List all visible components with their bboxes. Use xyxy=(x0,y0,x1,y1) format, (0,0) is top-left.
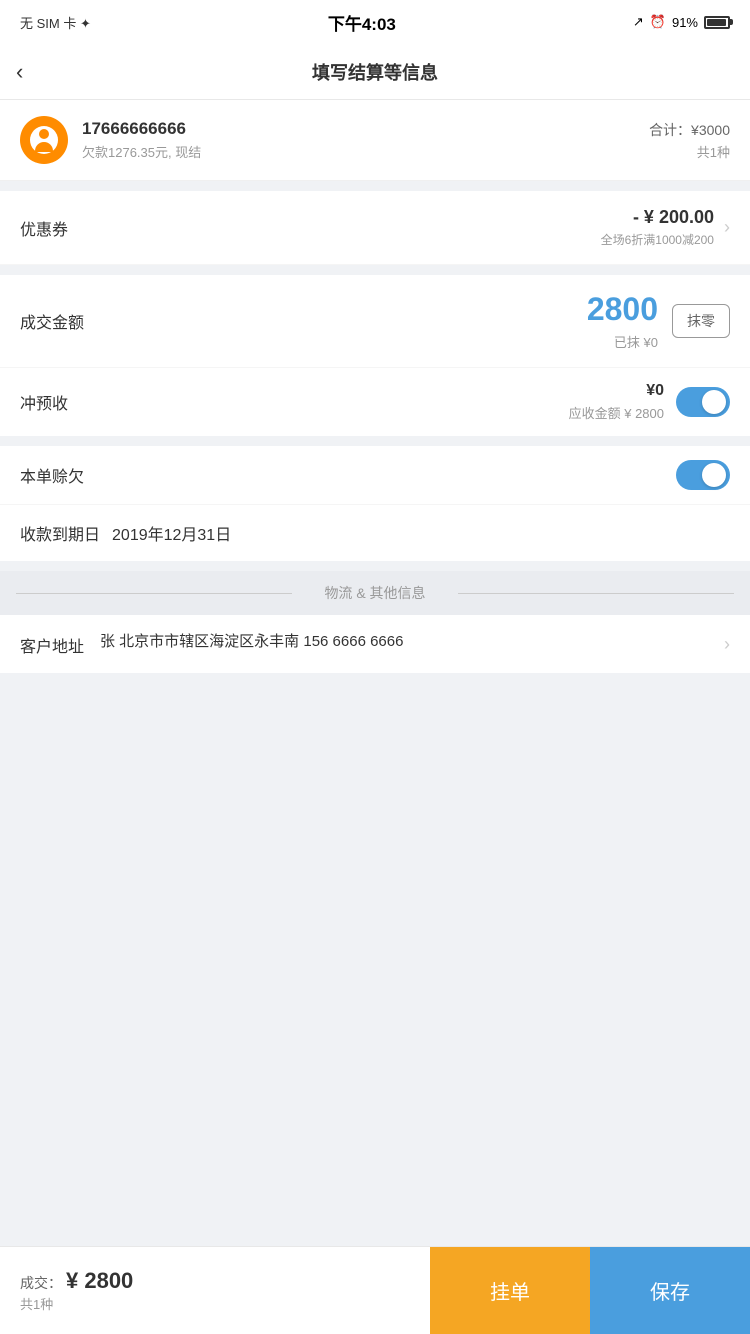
status-time: 下午4:03 xyxy=(328,10,396,35)
coupon-chevron-icon: › xyxy=(724,217,730,238)
debt-label: 本单赊欠 xyxy=(20,463,84,487)
battery-icon xyxy=(704,16,730,29)
bottom-deal-row: 成交： ¥ 2800 xyxy=(20,1268,410,1294)
deal-label: 成交： xyxy=(20,1273,62,1293)
divider-line-left xyxy=(16,593,292,594)
coupon-label: 优惠券 xyxy=(20,216,68,240)
customer-card: 17666666666 欠款1276.35元, 现结 合计：¥3000 共1种 xyxy=(0,100,750,181)
due-date-row: 收款到期日 2019年12月31日 xyxy=(0,504,750,561)
bottom-info: 成交： ¥ 2800 共1种 xyxy=(0,1268,430,1313)
prepay-label: 冲预收 xyxy=(20,390,68,414)
total-count: 共1种 xyxy=(649,142,730,161)
amount-value: 2800 xyxy=(587,291,658,328)
status-right: ↗ ⏰ 91% xyxy=(633,14,730,30)
address-chevron-icon: › xyxy=(724,634,730,655)
prepay-amount-wrapper: ¥0 应收金额 ¥ 2800 xyxy=(569,382,664,422)
divider-3 xyxy=(0,436,750,446)
divider-line-right xyxy=(458,593,734,594)
page-title: 填写结算等信息 xyxy=(312,59,438,85)
round-button[interactable]: 抹零 xyxy=(672,304,730,338)
amount-section: 成交金额 2800 已抹 ¥0 抹零 xyxy=(0,275,750,367)
amount-erased: 已抹 ¥0 xyxy=(587,332,658,351)
bottom-buttons: 挂单 保存 xyxy=(430,1247,750,1334)
prepay-row: 冲预收 ¥0 应收金额 ¥ 2800 xyxy=(20,382,730,422)
avatar-icon xyxy=(30,126,58,154)
customer-info: 17666666666 欠款1276.35元, 现结 xyxy=(82,119,201,161)
bottom-bar: 成交： ¥ 2800 共1种 挂单 保存 xyxy=(0,1246,750,1334)
amount-right: 2800 已抹 ¥0 抹零 xyxy=(587,291,730,351)
deal-count: 共1种 xyxy=(20,1294,410,1313)
coupon-right: - ¥ 200.00 全场6折满1000减200 › xyxy=(601,207,730,248)
coupon-desc: 全场6折满1000减200 xyxy=(601,231,714,248)
due-date-label: 收款到期日 xyxy=(20,521,100,545)
prepay-section: 冲预收 ¥0 应收金额 ¥ 2800 xyxy=(0,367,750,436)
back-button[interactable]: ‹ xyxy=(16,59,23,85)
coupon-row[interactable]: 优惠券 - ¥ 200.00 全场6折满1000减200 › xyxy=(0,191,750,265)
total-label: 合计：¥3000 xyxy=(649,120,730,140)
nav-bar: ‹ 填写结算等信息 xyxy=(0,44,750,100)
divider-2 xyxy=(0,265,750,275)
divider-5 xyxy=(0,673,750,853)
prepay-sub: 应收金额 ¥ 2800 xyxy=(569,403,664,422)
divider-4 xyxy=(0,561,750,571)
avatar xyxy=(20,116,68,164)
status-bar: 无 SIM 卡 ✦ 下午4:03 ↗ ⏰ 91% xyxy=(0,0,750,44)
battery-percent: 91% xyxy=(672,15,698,30)
customer-right: 合计：¥3000 共1种 xyxy=(649,120,730,161)
coupon-info: - ¥ 200.00 全场6折满1000减200 xyxy=(601,207,714,248)
customer-phone: 17666666666 xyxy=(82,119,201,139)
prepay-toggle[interactable] xyxy=(676,387,730,417)
customer-debt: 欠款1276.35元, 现结 xyxy=(82,142,201,161)
debt-toggle[interactable] xyxy=(676,460,730,490)
address-value: 张 北京市市辖区海淀区永丰南 156 6666 6666 xyxy=(100,631,708,654)
location-icon: ↗ xyxy=(633,14,644,30)
prepay-right: ¥0 应收金额 ¥ 2800 xyxy=(569,382,730,422)
section-label-text: 物流 & 其他信息 xyxy=(324,583,425,603)
divider-1 xyxy=(0,181,750,191)
hang-button[interactable]: 挂单 xyxy=(430,1247,590,1334)
customer-left: 17666666666 欠款1276.35元, 现结 xyxy=(20,116,201,164)
section-label-divider: 物流 & 其他信息 xyxy=(0,571,750,615)
debt-row: 本单赊欠 xyxy=(0,446,750,504)
content-area: 17666666666 欠款1276.35元, 现结 合计：¥3000 共1种 … xyxy=(0,100,750,943)
address-label: 客户地址 xyxy=(20,633,84,657)
amount-row: 成交金额 2800 已抹 ¥0 抹零 xyxy=(20,291,730,351)
prepay-amount: ¥0 xyxy=(569,382,664,400)
due-date-value: 2019年12月31日 xyxy=(112,521,231,545)
status-left: 无 SIM 卡 ✦ xyxy=(20,13,91,32)
amount-label: 成交金额 xyxy=(20,309,84,333)
deal-amount: ¥ 2800 xyxy=(66,1268,133,1294)
alarm-icon: ⏰ xyxy=(650,14,666,30)
save-button[interactable]: 保存 xyxy=(590,1247,750,1334)
address-row[interactable]: 客户地址 张 北京市市辖区海淀区永丰南 156 6666 6666 › xyxy=(0,615,750,673)
coupon-discount: - ¥ 200.00 xyxy=(601,207,714,228)
sim-label: 无 SIM 卡 ✦ xyxy=(20,13,91,32)
amount-value-wrapper: 2800 已抹 ¥0 xyxy=(587,291,658,351)
